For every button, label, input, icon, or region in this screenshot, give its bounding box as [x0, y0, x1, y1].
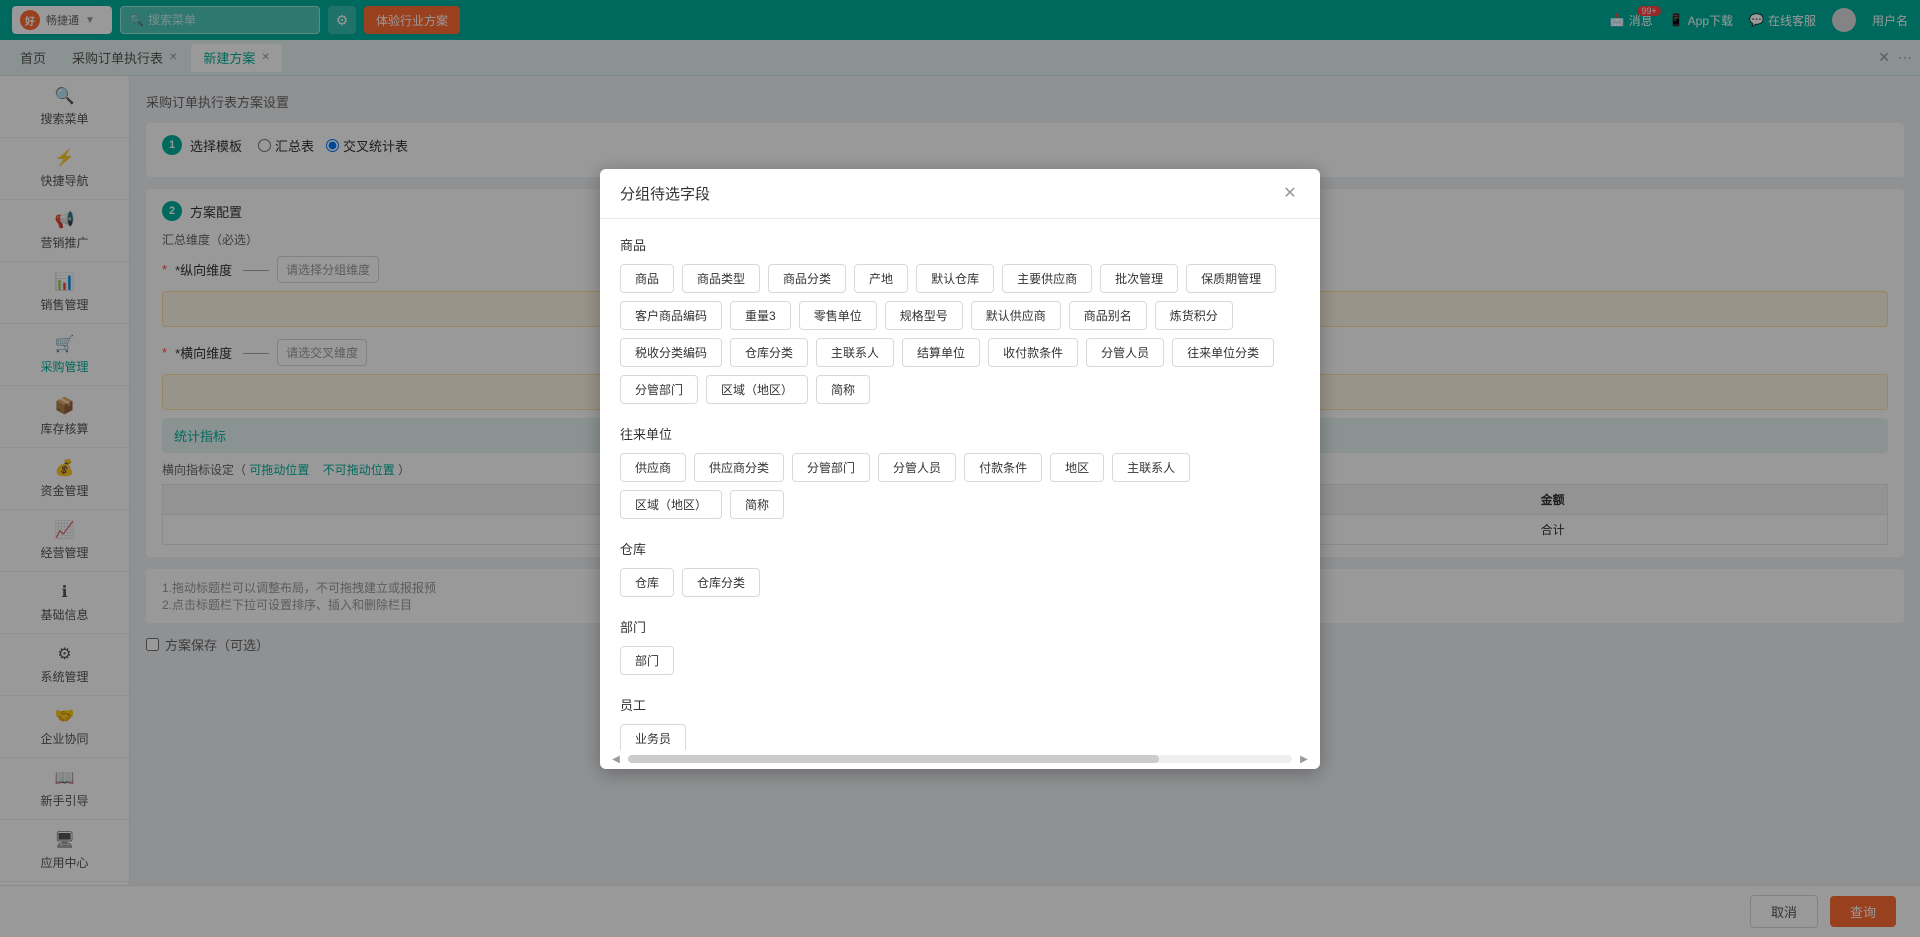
- field-tag[interactable]: 分管人员: [1086, 338, 1164, 367]
- field-tag[interactable]: 简称: [730, 490, 784, 519]
- field-tag[interactable]: 区域（地区）: [706, 375, 808, 404]
- field-section-department: 部门 部门: [620, 617, 1300, 675]
- field-tag[interactable]: 分管部门: [620, 375, 698, 404]
- field-tags-goods: 商品 商品类型 商品分类 产地 默认仓库 主要供应商 批次管理 保质期管理 客户…: [620, 264, 1300, 404]
- scroll-left-icon[interactable]: ◀: [608, 754, 624, 765]
- field-tag[interactable]: 简称: [816, 375, 870, 404]
- section-title-partner: 往来单位: [620, 424, 1300, 443]
- field-tag[interactable]: 部门: [620, 646, 674, 675]
- field-tag[interactable]: 供应商: [620, 453, 686, 482]
- h-scroll-track[interactable]: [628, 755, 1292, 763]
- field-tag[interactable]: 区域（地区）: [620, 490, 722, 519]
- field-tag[interactable]: 批次管理: [1100, 264, 1178, 293]
- modal-title: 分组待选字段: [620, 183, 710, 204]
- field-tag[interactable]: 规格型号: [885, 301, 963, 330]
- field-tag[interactable]: 地区: [1050, 453, 1104, 482]
- modal-close-button[interactable]: ✕: [1280, 183, 1300, 203]
- field-tag[interactable]: 炼货积分: [1155, 301, 1233, 330]
- field-tag[interactable]: 默认仓库: [916, 264, 994, 293]
- field-tag[interactable]: 主联系人: [1112, 453, 1190, 482]
- field-tag[interactable]: 商品: [620, 264, 674, 293]
- modal-overlay[interactable]: 分组待选字段 ✕ 商品 商品 商品类型 商品分类 产地 默认仓库 主要供应商 批…: [0, 0, 1920, 937]
- field-tag[interactable]: 商品别名: [1069, 301, 1147, 330]
- modal-body: 商品 商品 商品类型 商品分类 产地 默认仓库 主要供应商 批次管理 保质期管理…: [600, 219, 1320, 750]
- section-title-department: 部门: [620, 617, 1300, 636]
- scroll-right-icon[interactable]: ▶: [1296, 754, 1312, 765]
- field-tag[interactable]: 税收分类编码: [620, 338, 722, 367]
- field-tag[interactable]: 产地: [854, 264, 908, 293]
- field-tags-partner: 供应商 供应商分类 分管部门 分管人员 付款条件 地区 主联系人 区域（地区） …: [620, 453, 1300, 519]
- modal-h-scrollbar[interactable]: ◀ ▶: [600, 750, 1320, 769]
- field-tag[interactable]: 仓库: [620, 568, 674, 597]
- field-tag[interactable]: 客户商品编码: [620, 301, 722, 330]
- field-tag[interactable]: 重量3: [730, 301, 791, 330]
- field-section-goods: 商品 商品 商品类型 商品分类 产地 默认仓库 主要供应商 批次管理 保质期管理…: [620, 235, 1300, 404]
- section-title-warehouse: 仓库: [620, 539, 1300, 558]
- field-tag[interactable]: 分管部门: [792, 453, 870, 482]
- field-tags-employee: 业务员: [620, 724, 1300, 750]
- field-tag[interactable]: 商品类型: [682, 264, 760, 293]
- field-tag[interactable]: 保质期管理: [1186, 264, 1276, 293]
- field-tag[interactable]: 默认供应商: [971, 301, 1061, 330]
- field-section-employee: 员工 业务员: [620, 695, 1300, 750]
- field-tag[interactable]: 零售单位: [799, 301, 877, 330]
- field-tags-department: 部门: [620, 646, 1300, 675]
- section-title-employee: 员工: [620, 695, 1300, 714]
- field-tag[interactable]: 往来单位分类: [1172, 338, 1274, 367]
- field-tag[interactable]: 分管人员: [878, 453, 956, 482]
- field-tag[interactable]: 仓库分类: [730, 338, 808, 367]
- field-tags-warehouse: 仓库 仓库分类: [620, 568, 1300, 597]
- field-tag[interactable]: 付款条件: [964, 453, 1042, 482]
- field-tag[interactable]: 仓库分类: [682, 568, 760, 597]
- field-selection-modal: 分组待选字段 ✕ 商品 商品 商品类型 商品分类 产地 默认仓库 主要供应商 批…: [600, 169, 1320, 769]
- field-tag[interactable]: 主联系人: [816, 338, 894, 367]
- field-tag[interactable]: 收付款条件: [988, 338, 1078, 367]
- field-tag[interactable]: 结算单位: [902, 338, 980, 367]
- section-title-goods: 商品: [620, 235, 1300, 254]
- field-tag[interactable]: 供应商分类: [694, 453, 784, 482]
- field-tag[interactable]: 商品分类: [768, 264, 846, 293]
- field-tag[interactable]: 业务员: [620, 724, 686, 750]
- field-section-warehouse: 仓库 仓库 仓库分类: [620, 539, 1300, 597]
- modal-header: 分组待选字段 ✕: [600, 169, 1320, 219]
- field-section-partner: 往来单位 供应商 供应商分类 分管部门 分管人员 付款条件 地区 主联系人 区域…: [620, 424, 1300, 519]
- h-scroll-thumb[interactable]: [628, 755, 1159, 763]
- field-tag[interactable]: 主要供应商: [1002, 264, 1092, 293]
